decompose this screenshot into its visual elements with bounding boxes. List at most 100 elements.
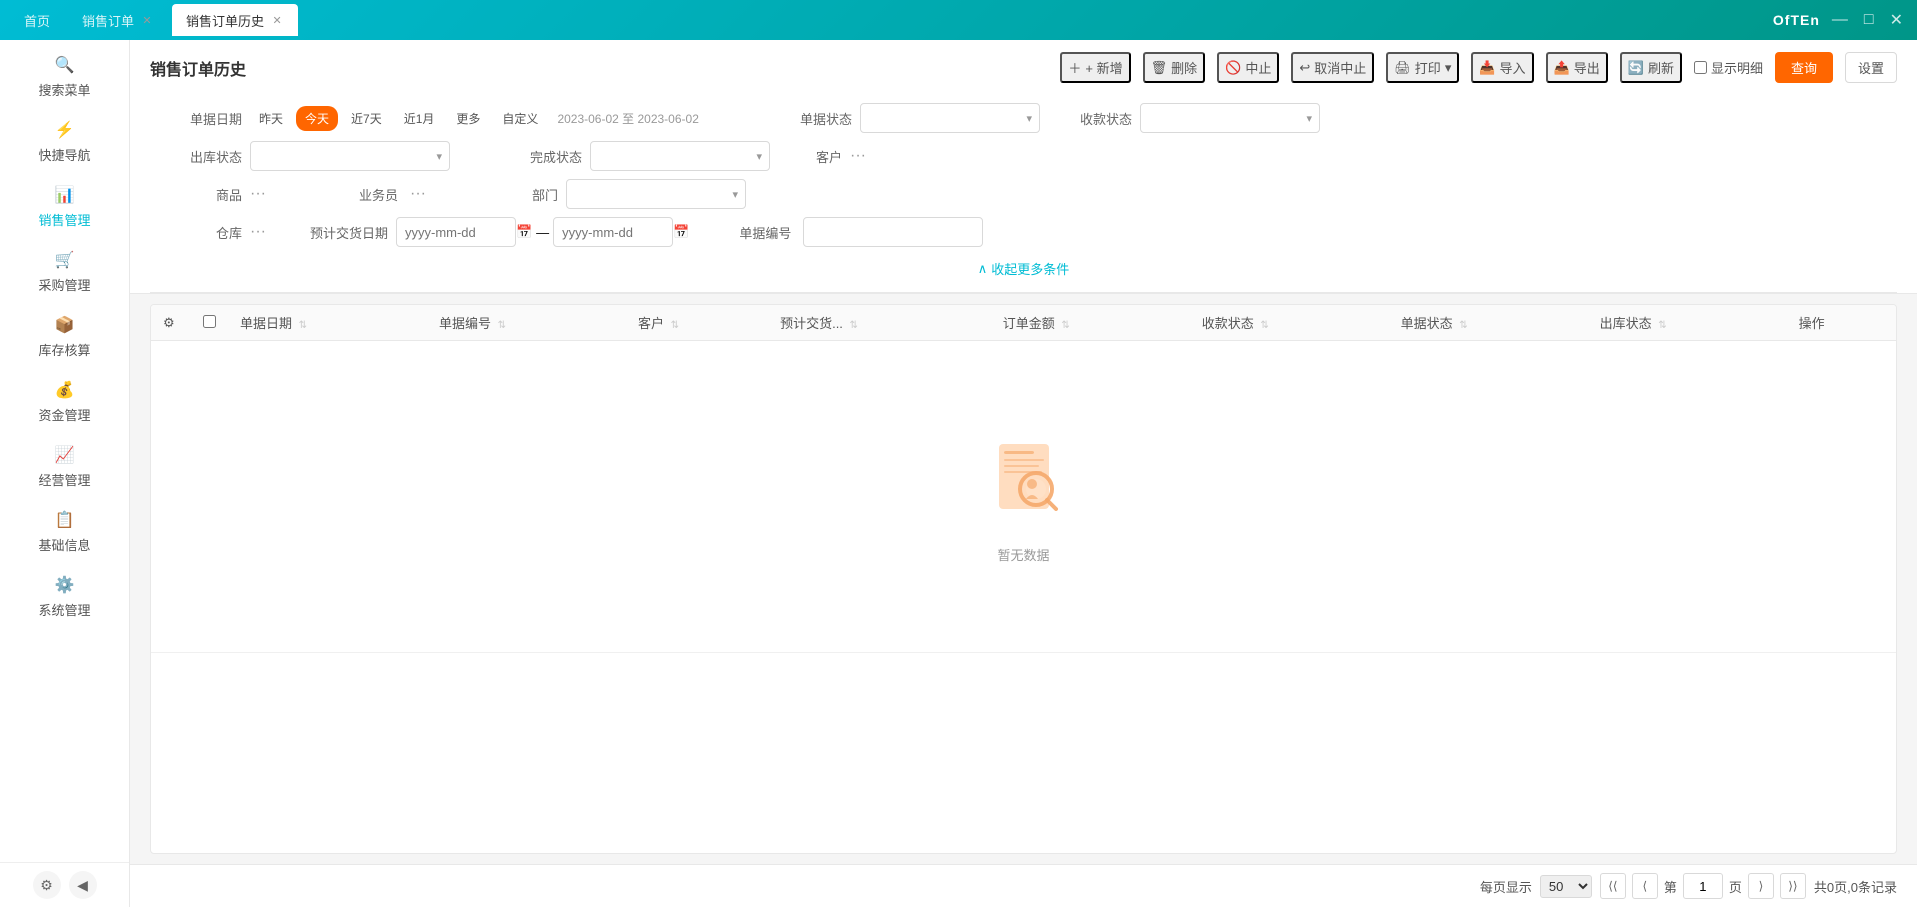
th-delivery-status[interactable]: 出库状态 ⇅	[1588, 305, 1787, 341]
export-button[interactable]: 📤 导出	[1546, 52, 1608, 83]
tab-sales-order-history[interactable]: 销售订单历史 ✕	[172, 4, 298, 36]
window-minimize[interactable]: —	[1828, 7, 1852, 33]
display-detail-input[interactable]	[1694, 61, 1707, 74]
sidebar-item-basic-info-label: 基础信息	[38, 535, 90, 554]
purchase-mgmt-icon: 🛒	[54, 249, 76, 271]
th-customer[interactable]: 客户 ⇅	[626, 305, 768, 341]
query-button[interactable]: 查询	[1775, 52, 1833, 83]
date-btn-last1m[interactable]: 近1月	[395, 106, 444, 131]
payment-status-label: 收款状态	[1070, 109, 1140, 128]
th-order-status-label: 单据状态	[1401, 316, 1453, 331]
delete-label: 删除	[1171, 58, 1197, 77]
date-btn-custom[interactable]: 自定义	[493, 106, 547, 131]
tab-sales-order-history-close[interactable]: ✕	[270, 13, 284, 27]
expected-date-start[interactable]	[396, 217, 516, 247]
new-button[interactable]: ＋ + 新增	[1060, 52, 1130, 83]
sort-customer-icon: ⇅	[671, 320, 679, 331]
th-date[interactable]: 单据日期 ⇅	[228, 305, 427, 341]
import-icon: 📥	[1479, 60, 1495, 76]
sort-order-status-icon: ⇅	[1459, 320, 1467, 331]
order-number-label: 单据编号	[719, 223, 799, 242]
warehouse-picker[interactable]: ···	[250, 223, 266, 241]
date-btn-today[interactable]: 今天	[296, 106, 338, 131]
sidebar-item-quick-nav[interactable]: ⚡ 快捷导航	[0, 109, 129, 174]
calendar-icon-end[interactable]: 📅	[673, 224, 689, 240]
th-expected[interactable]: 预计交货... ⇅	[768, 305, 991, 341]
payment-status-select[interactable]	[1140, 103, 1320, 133]
th-number[interactable]: 单据编号 ⇅	[427, 305, 626, 341]
calendar-icon-start[interactable]: 📅	[516, 224, 532, 240]
select-all-checkbox[interactable]	[203, 315, 216, 328]
date-separator: —	[536, 225, 549, 240]
page-first-btn[interactable]: ⟨⟨	[1600, 873, 1626, 899]
sidebar-item-sales-mgmt[interactable]: 📊 销售管理	[0, 174, 129, 239]
display-detail-checkbox[interactable]: 显示明细	[1694, 58, 1763, 77]
salesperson-picker[interactable]: ···	[410, 185, 426, 203]
stop-button[interactable]: 🚫 中止	[1217, 52, 1279, 83]
sort-number-icon: ⇅	[498, 320, 506, 331]
th-checkbox[interactable]	[191, 305, 228, 341]
print-label: 打印	[1415, 58, 1441, 77]
date-btn-last7[interactable]: 近7天	[342, 106, 391, 131]
product-picker[interactable]: ···	[250, 185, 266, 203]
settings-button[interactable]: 设置	[1845, 52, 1897, 83]
sidebar-item-ops-mgmt-label: 经营管理	[38, 470, 90, 489]
window-close[interactable]: ✕	[1886, 6, 1907, 34]
sidebar-collapse-icon[interactable]: ◀	[69, 871, 97, 899]
order-number-input[interactable]	[803, 217, 983, 247]
sidebar-item-finance-mgmt[interactable]: 💰 资金管理	[0, 369, 129, 434]
finance-mgmt-icon: 💰	[54, 379, 76, 401]
product-label: 商品	[170, 185, 250, 204]
page-next-btn[interactable]: ⟩	[1748, 873, 1774, 899]
th-settings[interactable]: ⚙	[151, 305, 191, 341]
window-maximize[interactable]: □	[1860, 7, 1878, 33]
sidebar-item-basic-info[interactable]: 📋 基础信息	[0, 499, 129, 564]
th-date-label: 单据日期	[240, 316, 292, 331]
th-order-status[interactable]: 单据状态 ⇅	[1389, 305, 1588, 341]
complete-status-select[interactable]	[590, 141, 770, 171]
content-area: 销售订单历史 ＋ + 新增 🗑 删除 🚫 中止 ↩	[130, 40, 1917, 907]
tab-sales-order-close[interactable]: ✕	[140, 13, 154, 27]
department-select[interactable]	[566, 179, 746, 209]
sidebar-item-purchase-mgmt[interactable]: 🛒 采购管理	[0, 239, 129, 304]
print-button[interactable]: 🖨 打印 ▾	[1386, 52, 1459, 83]
cancel-stop-button[interactable]: ↩ 取消中止	[1291, 52, 1374, 83]
complete-status-wrapper	[590, 141, 770, 171]
page-size-select[interactable]: 50 10 20 100	[1540, 875, 1592, 898]
print-arrow-icon: ▾	[1445, 60, 1452, 76]
delivery-status-label: 出库状态	[170, 147, 250, 166]
tab-home[interactable]: 首页	[10, 4, 64, 36]
delivery-status-wrapper	[250, 141, 450, 171]
sidebar-item-sys-mgmt[interactable]: ⚙️ 系统管理	[0, 564, 129, 629]
export-icon: 📤	[1554, 60, 1570, 76]
delete-button[interactable]: 🗑 删除	[1143, 52, 1206, 83]
refresh-button[interactable]: 🔄 刷新	[1620, 52, 1682, 83]
customer-picker[interactable]: ···	[850, 147, 866, 165]
sidebar-item-ops-mgmt[interactable]: 📈 经营管理	[0, 434, 129, 499]
sidebar-item-quick-nav-label: 快捷导航	[38, 145, 90, 164]
th-payment-status[interactable]: 收款状态 ⇅	[1190, 305, 1389, 341]
customer-label: 客户	[800, 147, 850, 166]
expected-date-end[interactable]	[553, 217, 673, 247]
tab-sales-order[interactable]: 销售订单 ✕	[68, 4, 168, 36]
sidebar-item-inventory-check[interactable]: 📦 库存核算	[0, 304, 129, 369]
page-prev-btn[interactable]: ⟨	[1632, 873, 1658, 899]
collapse-filter-btn[interactable]: ∧ 收起更多条件	[170, 255, 1877, 282]
order-status-select[interactable]	[860, 103, 1040, 133]
import-button[interactable]: 📥 导入	[1471, 52, 1533, 83]
sidebar-item-search-menu[interactable]: 🔍 搜索菜单	[0, 44, 129, 109]
date-btn-yesterday[interactable]: 昨天	[250, 106, 292, 131]
page-last-btn[interactable]: ⟩⟩	[1780, 873, 1806, 899]
sidebar-settings-icon[interactable]: ⚙	[33, 871, 61, 899]
date-btn-more[interactable]: 更多	[447, 106, 489, 131]
delivery-status-select[interactable]	[250, 141, 450, 171]
th-amount[interactable]: 订单金额 ⇅	[991, 305, 1190, 341]
page-number-input[interactable]	[1683, 873, 1723, 899]
main-layout: 🔍 搜索菜单 ⚡ 快捷导航 📊 销售管理 🛒 采购管理 📦 库存核算 💰 资金管…	[0, 40, 1917, 907]
sales-mgmt-icon: 📊	[54, 184, 76, 206]
salesperson-label: 业务员	[326, 185, 406, 204]
empty-state: 暂无数据	[163, 349, 1884, 644]
table-header-row: ⚙ 单据日期 ⇅ 单据编号 ⇅ 客户	[151, 305, 1896, 341]
query-label: 查询	[1791, 61, 1817, 76]
top-bar-right: OfTEn — □ ✕	[1773, 6, 1907, 34]
